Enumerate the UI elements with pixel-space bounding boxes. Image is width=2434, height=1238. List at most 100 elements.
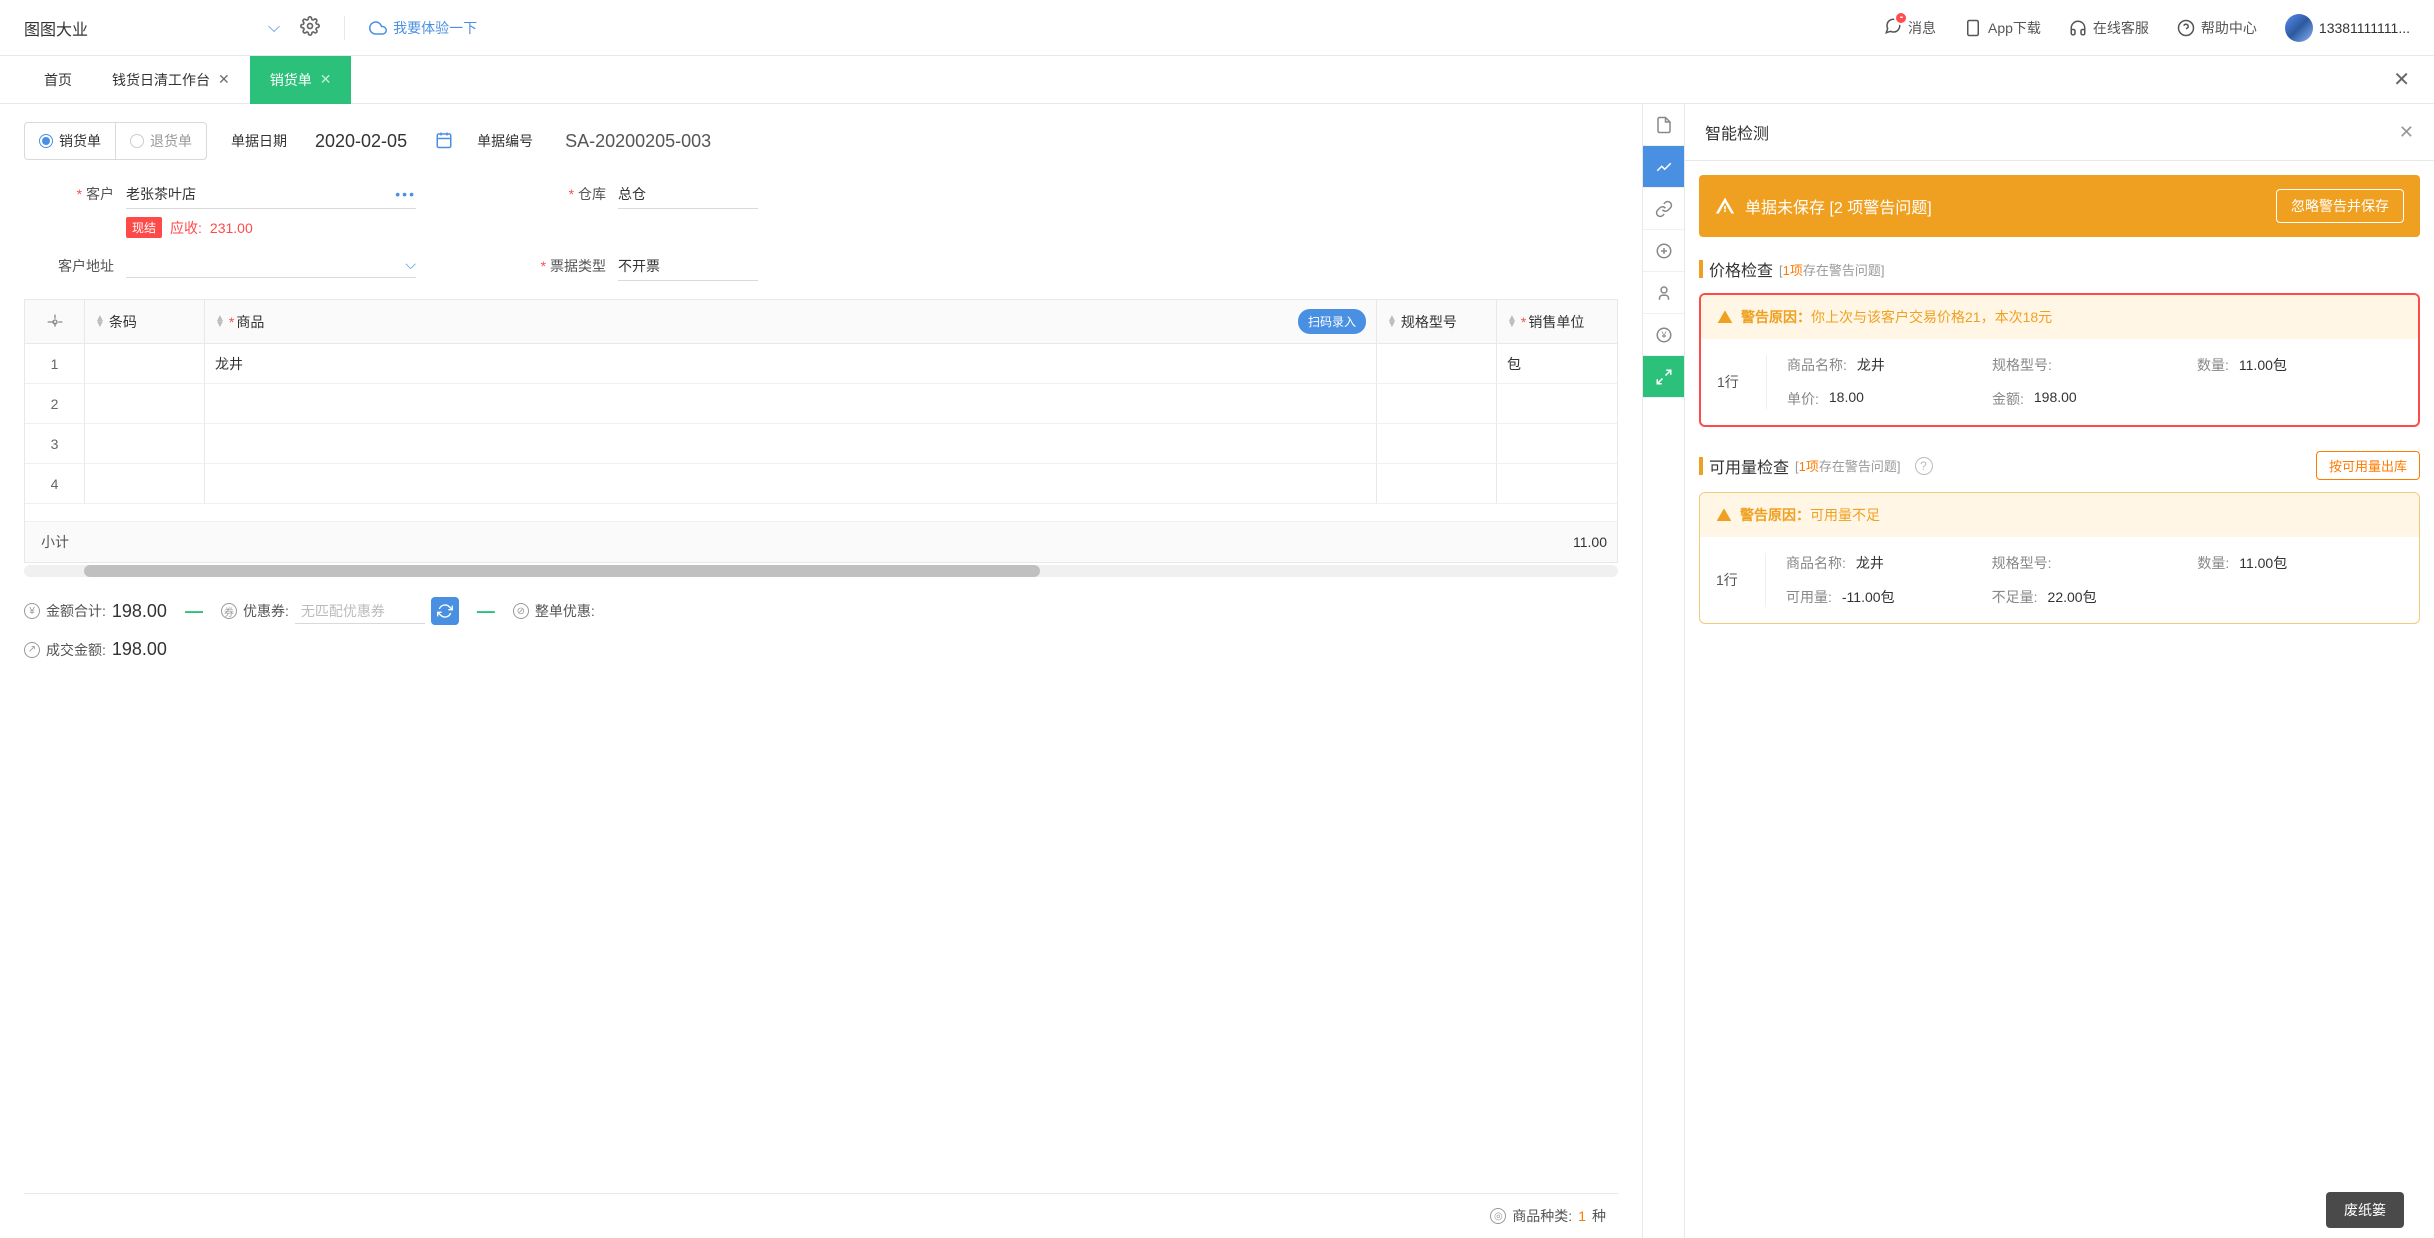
app-download-link[interactable]: App下载 [1964,18,2041,38]
online-service-link[interactable]: 在线客服 [2069,18,2149,38]
cell-barcode[interactable] [85,344,205,383]
company-selector[interactable]: 图图大业 ⌵ [24,16,280,40]
table-row-partial[interactable] [25,504,1617,522]
detail-grid: 商品名称:龙井 规格型号: 数量:11.00包 单价:18.00 金额:198.… [1787,355,2402,409]
headset-icon [2069,19,2087,37]
cell-barcode[interactable] [85,424,205,463]
more-icon[interactable]: ••• [395,186,416,202]
table-row[interactable]: 3 [25,424,1617,464]
close-icon[interactable]: ✕ [320,71,332,88]
smart-check-panel: 智能检测 ✕ 单据未保存 [2 项警告问题] 忽略警告并保存 价格检查 [1项存… [1684,104,2434,1238]
cell-product[interactable]: 龙井 [205,344,1377,383]
cell-unit[interactable] [1497,464,1617,503]
side-btn-user[interactable] [1643,272,1684,314]
scroll-thumb[interactable] [84,565,1040,577]
gear-icon [47,314,63,330]
cell-barcode[interactable] [85,464,205,503]
messages-link[interactable]: 消息 [1884,17,1936,38]
stock-out-button[interactable]: 按可用量出库 [2316,451,2420,480]
phone-icon [1964,19,1982,37]
address-field: 客户地址 ⌵ [24,252,416,281]
tab-workbench[interactable]: 钱货日清工作台 ✕ [92,56,250,104]
col-unit[interactable]: ▲▼*销售单位 [1497,300,1617,343]
invoice-value: 不开票 [618,256,660,276]
table-row[interactable]: 1 龙井 包 [25,344,1617,384]
cell-product[interactable] [205,464,1377,503]
v: -11.00包 [1842,587,1895,607]
banner-left: 单据未保存 [2 项警告问题] [1715,194,1932,218]
invoice-input[interactable]: 不开票 [618,252,758,281]
radio-return[interactable]: 退货单 [116,123,206,159]
help-icon[interactable]: ? [1915,457,1933,475]
refresh-button[interactable] [431,597,459,625]
ignore-save-button[interactable]: 忽略警告并保存 [2276,189,2404,223]
col-spec[interactable]: ▲▼规格型号 [1377,300,1497,343]
cell-product[interactable] [205,424,1377,463]
help-center-link[interactable]: 帮助中心 [2177,18,2257,38]
side-btn-chart[interactable] [1643,146,1684,188]
coupon-field: 券 优惠券: 无匹配优惠券 [221,597,459,625]
table-row[interactable]: 4 [25,464,1617,504]
v: 11.00包 [2239,355,2287,375]
col-product[interactable]: ▲▼*商品 扫码录入 [205,300,1377,343]
type-row: 销货单 退货单 单据日期 2020-02-05 单据编号 SA-20200205… [24,122,1618,160]
col-barcode[interactable]: ▲▼条码 [85,300,205,343]
close-icon[interactable]: ✕ [218,71,230,88]
k: 规格型号: [1992,355,2052,375]
refresh-icon [437,603,453,619]
cell-unit[interactable] [1497,424,1617,463]
calendar-icon[interactable] [435,131,453,152]
side-btn-link[interactable] [1643,188,1684,230]
k: 可用量: [1786,587,1832,607]
receivable-value: 231.00 [210,220,253,236]
cell-spec[interactable] [1377,464,1497,503]
coupon-input[interactable]: 无匹配优惠券 [295,599,425,624]
tab-bar-close-button[interactable]: ✕ [2393,67,2410,92]
top-header: 图图大业 ⌵ 我要体验一下 消息 App下载 在线客服 帮助中心 [0,0,2434,56]
warehouse-input[interactable]: 总仓 [618,180,758,209]
address-input[interactable]: ⌵ [126,252,416,278]
tab-label: 销货单 [270,70,312,90]
side-btn-sync[interactable] [1643,230,1684,272]
cell-barcode[interactable] [85,384,205,423]
order-discount: ⊘ 整单优惠: [513,601,595,621]
document-icon [1655,116,1673,134]
scan-button[interactable]: 扫码录入 [1298,309,1366,334]
help-icon [2177,19,2195,37]
warning-detail: 1行 商品名称:龙井 规格型号: 数量:11.00包 可用量:-11.00包 不… [1700,537,2419,623]
date-value[interactable]: 2020-02-05 [315,131,407,152]
experience-link[interactable]: 我要体验一下 [369,18,477,38]
horizontal-scrollbar[interactable] [24,565,1618,577]
cell-product[interactable] [205,384,1377,423]
cell-spec[interactable] [1377,424,1497,463]
separator-icon: — [477,601,495,622]
panel-close-button[interactable]: ✕ [2399,122,2414,143]
date-label: 单据日期 [231,131,287,151]
tab-sales-order[interactable]: 销货单 ✕ [250,56,352,104]
receivable-label: 应收: [170,218,202,238]
cell-unit[interactable] [1497,384,1617,423]
table-row[interactable]: 2 [25,384,1617,424]
invoice-field: 票据类型 不开票 [516,252,758,281]
cell-unit[interactable]: 包 [1497,344,1617,383]
cell-spec[interactable] [1377,384,1497,423]
col-settings[interactable] [25,300,85,343]
side-btn-expand[interactable] [1643,356,1684,398]
warehouse-field: 仓库 总仓 [516,180,758,238]
side-btn-doc[interactable] [1643,104,1684,146]
user-menu[interactable]: 13381111111... [2285,14,2410,42]
trash-button[interactable]: 废纸篓 [2326,1192,2404,1228]
radio-sales[interactable]: 销货单 [25,123,116,159]
suffix: 存在警告问题] [1803,263,1885,278]
cell-spec[interactable] [1377,344,1497,383]
deal-label: 成交金额: [46,640,106,660]
customer-input[interactable]: 老张茶叶店 ••• [126,180,416,209]
warning-reason: 警告原因：可用量不足 [1700,493,2419,537]
tab-home[interactable]: 首页 [24,56,92,104]
settings-button[interactable] [300,16,320,39]
subtotal-value: 11.00 [1573,534,1617,550]
title-sub: [1项存在警告问题] [1779,260,1884,279]
amount-value: 198.00 [112,601,167,622]
banner-text: 单据未保存 [2 项警告问题] [1745,194,1932,218]
side-btn-money[interactable]: ¥ [1643,314,1684,356]
